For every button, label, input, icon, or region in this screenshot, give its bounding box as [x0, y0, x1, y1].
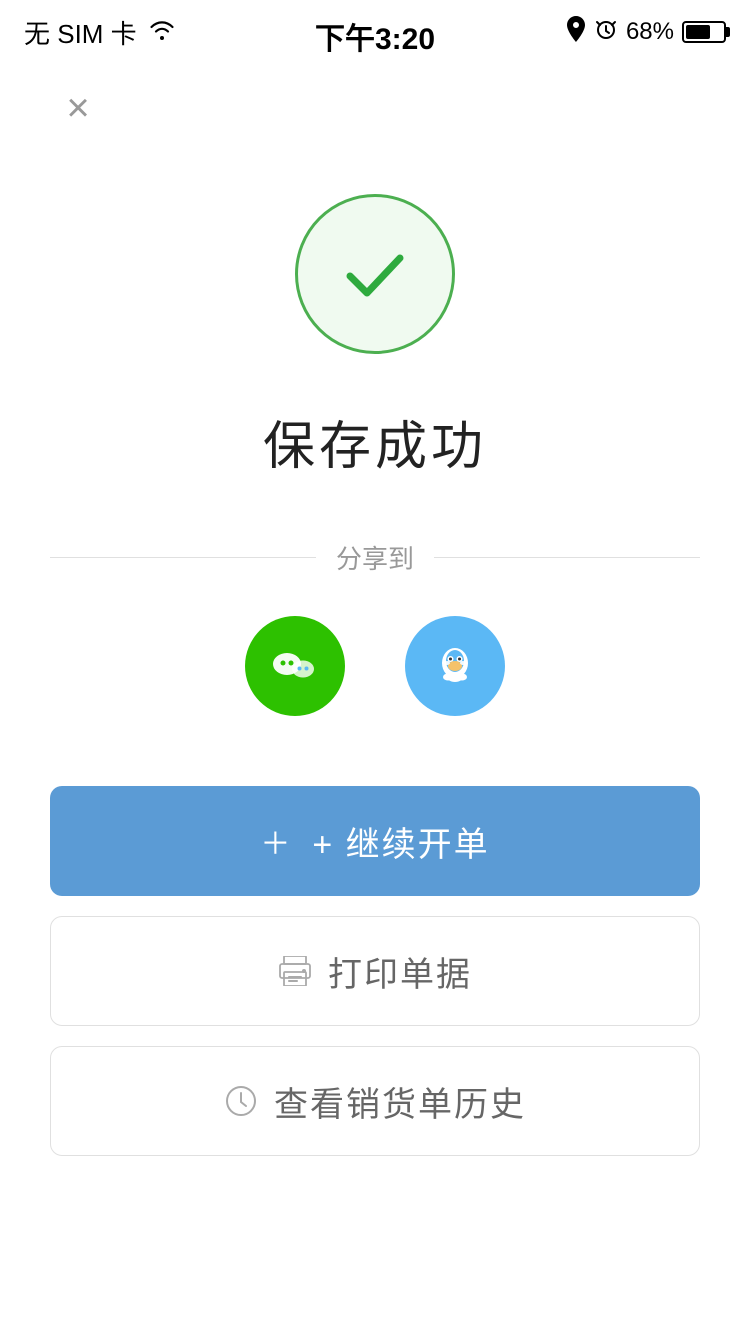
alarm-icon — [594, 17, 618, 48]
success-circle — [295, 194, 455, 354]
checkmark-icon — [335, 234, 415, 314]
share-section: 分享到 — [50, 539, 700, 716]
action-buttons: ＋ + 继续开单 打印单据 — [50, 786, 700, 1156]
status-bar: 无 SIM 卡 下午3:20 68% — [0, 0, 750, 64]
status-right: 68% — [566, 16, 726, 49]
wifi-icon — [147, 17, 177, 48]
close-icon: × — [66, 88, 89, 128]
share-label: 分享到 — [336, 539, 414, 576]
history-label: 查看销货单历史 — [274, 1077, 526, 1126]
plus-icon: ＋ — [260, 819, 292, 863]
print-button[interactable]: 打印单据 — [50, 916, 700, 1026]
qq-icon — [426, 637, 484, 695]
carrier-text: 无 SIM 卡 — [24, 14, 137, 51]
print-label: 打印单据 — [328, 947, 472, 996]
battery-icon — [682, 21, 726, 43]
share-icons — [50, 616, 700, 716]
status-time: 下午3:20 — [315, 14, 435, 58]
main-content: 保存成功 分享到 — [0, 64, 750, 1156]
close-button[interactable]: × — [50, 80, 106, 136]
success-title: 保存成功 — [263, 404, 487, 479]
location-icon — [566, 16, 586, 49]
qq-share-button[interactable] — [405, 616, 505, 716]
printer-icon — [278, 956, 312, 986]
clock-icon — [224, 1084, 258, 1118]
wechat-share-button[interactable] — [245, 616, 345, 716]
continue-label: + 继续开单 — [312, 817, 489, 866]
battery-percentage: 68% — [626, 18, 674, 46]
continue-button[interactable]: ＋ + 继续开单 — [50, 786, 700, 896]
status-left: 无 SIM 卡 — [24, 14, 177, 51]
share-divider: 分享到 — [50, 539, 700, 576]
wechat-icon — [265, 636, 325, 696]
history-button[interactable]: 查看销货单历史 — [50, 1046, 700, 1156]
